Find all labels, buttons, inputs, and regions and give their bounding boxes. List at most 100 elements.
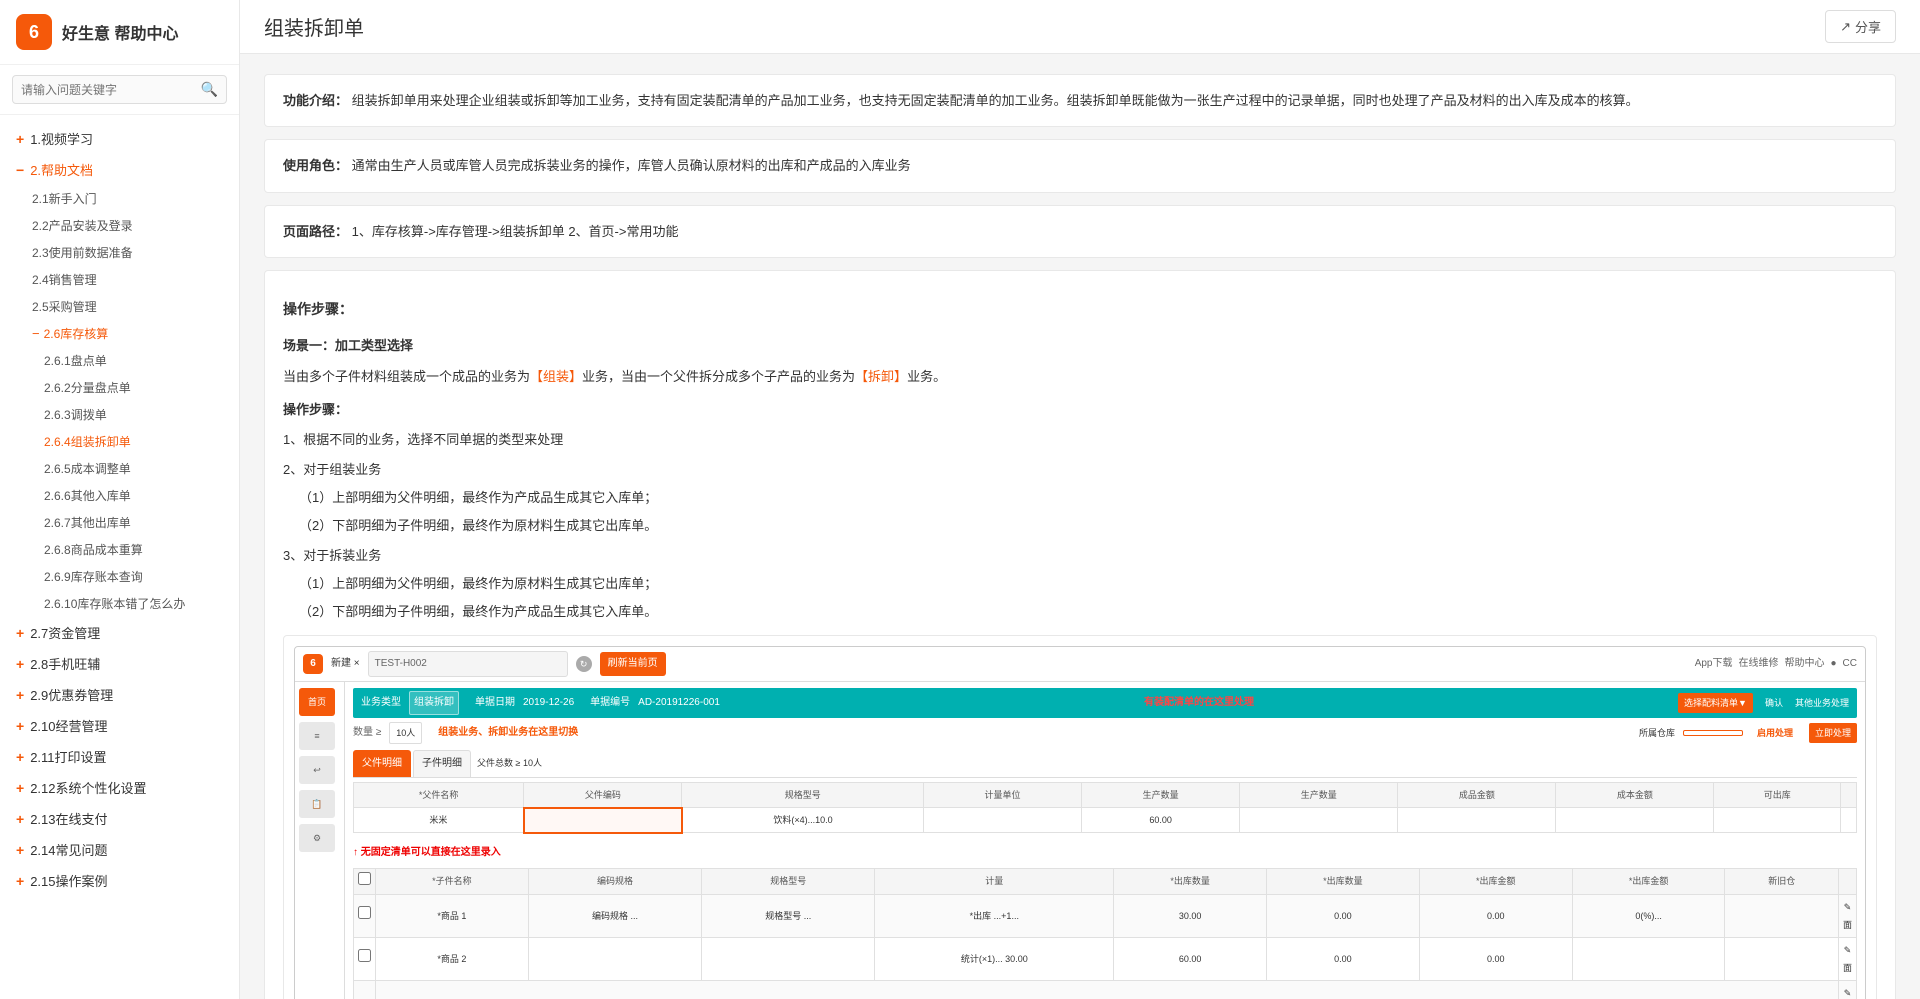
sidebar-item-coupon[interactable]: + 2.9优惠券管理 — [0, 679, 239, 710]
sim-annotation3: 组装业务、拆卸业务在这里切换 — [438, 723, 578, 743]
sidebar-item-system-settings[interactable]: + 2.12系统个性化设置 — [0, 772, 239, 803]
sidebar-item-finance[interactable]: + 2.7资金管理 — [0, 617, 239, 648]
expand-icon-cat213: + — [16, 811, 24, 827]
sim-browser-bar: 6 新建 × TEST-H002 ↻ 刷新当前页 App下载 在线维修 帮助中心… — [295, 647, 1865, 682]
table-row: ✎ 面 — [354, 980, 1857, 999]
sidebar-item-inventory[interactable]: − 2.6库存核算 — [0, 320, 239, 347]
expand-icon-cat215: + — [16, 873, 24, 889]
sim-row1-check[interactable] — [358, 906, 371, 919]
sim-ctd-spec1: 规格型号 ... — [702, 894, 875, 937]
sim-ctd-check2 — [354, 937, 376, 980]
table-row: *商品 2 统计(×1)... 30.00 60.00 0.00 0.00 — [354, 937, 1857, 980]
step2b-text: （2）下部明细为子件明细，最终作为原材料生成其它出库单。 — [283, 513, 1877, 539]
sim-cth-unit: 规格型号 — [702, 868, 875, 894]
sidebar-item-264[interactable]: 2.6.4组装拆卸单 — [0, 428, 239, 455]
sidebar-cat29-label: 2.9优惠券管理 — [30, 685, 113, 704]
sim-select-bom-btn[interactable]: 选择配料清单▼ — [1678, 693, 1753, 713]
sim-ctd-qty1: 30.00 — [1114, 894, 1267, 937]
sim-td-qty2 — [1240, 808, 1398, 833]
sim-td-code1[interactable] — [524, 808, 682, 833]
sidebar-item-2610[interactable]: 2.6.10库存账本错了怎么办 — [0, 590, 239, 617]
sidebar-item-269[interactable]: 2.6.9库存账本查询 — [0, 563, 239, 590]
sidebar-item-262[interactable]: 2.6.2分量盘点单 — [0, 374, 239, 401]
sidebar-item-266[interactable]: 2.6.6其他入库单 — [0, 482, 239, 509]
path-text: 1、库存核算->库存管理->组装拆卸单 2、首页->常用功能 — [352, 224, 679, 239]
sim-ctd-unit1: *出库 ...+1... — [875, 894, 1114, 937]
sim-td-amt1 — [1398, 808, 1556, 833]
sim-ctd-act1: ✎ 面 — [1839, 894, 1857, 937]
sidebar-item-265[interactable]: 2.6.5成本调整单 — [0, 455, 239, 482]
share-button[interactable]: ↗ 分享 — [1825, 10, 1896, 43]
logo-text: 好生意 帮助中心 — [62, 20, 178, 44]
sim-th-action — [1841, 782, 1857, 808]
sidebar-item-263[interactable]: 2.6.3调拨单 — [0, 401, 239, 428]
expand-icon-cat29: + — [16, 687, 24, 703]
sidebar-item-newbie[interactable]: 2.1新手入门 — [0, 185, 239, 212]
sidebar-item-mobile[interactable]: + 2.8手机旺辅 — [0, 648, 239, 679]
sim-th-name: *父件名称 — [354, 782, 524, 808]
sim-row2-check[interactable] — [358, 949, 371, 962]
top-bar: 组装拆卸单 ↗ 分享 — [240, 0, 1920, 54]
sidebar-item-261[interactable]: 2.6.1盘点单 — [0, 347, 239, 374]
share-icon: ↗ — [1840, 19, 1851, 35]
sim-top-icons: App下载 在线维修 帮助中心 ● CC — [1695, 654, 1857, 674]
sidebar-item-data-prep[interactable]: 2.3使用前数据准备 — [0, 239, 239, 266]
page-title: 组装拆卸单 — [264, 12, 364, 41]
sim-cth-act — [1839, 868, 1857, 894]
expand-icon-cat214: + — [16, 842, 24, 858]
sidebar-item-cases[interactable]: + 2.15操作案例 — [0, 865, 239, 896]
sim-nav-home[interactable]: 首页 — [299, 688, 335, 716]
expand-icon-cat211: + — [16, 749, 24, 765]
sim-tab-child[interactable]: 子件明细 — [413, 750, 471, 777]
sim-qty-input[interactable]: 10人 — [389, 722, 422, 744]
sim-select-all[interactable] — [358, 872, 371, 885]
sim-annotation4: 启用处理 — [1757, 724, 1793, 742]
step3-text: 3、对于拆装业务 — [283, 543, 1877, 569]
search-input[interactable] — [21, 83, 201, 97]
sim-th-amt1: 成品金额 — [1398, 782, 1556, 808]
sidebar-cat214-label: 2.14常见问题 — [30, 840, 107, 859]
sim-nav-icon4[interactable]: 📋 — [299, 790, 335, 818]
intro-text: 组装拆卸单用来处理企业组装或拆卸等加工业务，支持有固定装配清单的产品加工业务，也… — [352, 93, 1639, 108]
sim-warehouse-label: 所属仓库 — [1639, 724, 1675, 742]
search-icon[interactable]: 🔍 — [201, 81, 218, 98]
sidebar-item-268[interactable]: 2.6.8商品成本重算 — [0, 536, 239, 563]
sim-body: 首页 ≡ ↩ 📋 ⚙ 业务类型 组装拆卸 单据日 — [295, 682, 1865, 999]
sidebar-item-267[interactable]: 2.6.7其他出库单 — [0, 509, 239, 536]
sim-th-avail: 可出库 — [1714, 782, 1841, 808]
sim-cth-spec: 编码规格 — [528, 868, 701, 894]
sim-td-qty1: 60.00 — [1082, 808, 1240, 833]
table-row: 米米 饮料(×4)...10.0 60.00 — [354, 808, 1857, 833]
sidebar-item-sales[interactable]: 2.4销售管理 — [0, 266, 239, 293]
sidebar-item-online-pay[interactable]: + 2.13在线支付 — [0, 803, 239, 834]
sim-th-qty2: 生产数量 — [1240, 782, 1398, 808]
steps-block: 操作步骤： 场景一：加工类型选择 当由多个子件材料组装成一个成品的业务为【组装】… — [264, 270, 1896, 999]
sidebar-item-print[interactable]: + 2.11打印设置 — [0, 741, 239, 772]
step2-text: 2、对于组装业务 — [283, 457, 1877, 483]
sidebar-item-ops[interactable]: + 2.10经营管理 — [0, 710, 239, 741]
sim-tab-parent[interactable]: 父件明细 — [353, 750, 411, 777]
sidebar-item-faq[interactable]: + 2.14常见问题 — [0, 834, 239, 865]
sim-nav-icon5[interactable]: ⚙ — [299, 824, 335, 852]
sidebar-cat1-label: 1.视频学习 — [30, 129, 93, 148]
sim-ctd-code1: 编码规格 ... — [528, 894, 701, 937]
expand-icon-cat212: + — [16, 780, 24, 796]
sim-ctd-spec2 — [702, 937, 875, 980]
sidebar-item-purchase[interactable]: 2.5采购管理 — [0, 293, 239, 320]
sim-nav-icon3[interactable]: ↩ — [299, 756, 335, 784]
sim-confirm-btn[interactable]: 立即处理 — [1809, 723, 1857, 743]
sim-form-area: 业务类型 组装拆卸 单据日期 2019-12-26 单据编号 AD-201912… — [345, 682, 1865, 999]
collapse-icon-cat2: − — [16, 162, 24, 178]
sidebar-item-install[interactable]: 2.2产品安装及登录 — [0, 212, 239, 239]
sim-ctd-act2: ✎ 面 — [1839, 937, 1857, 980]
sidebar-item-video-learning[interactable]: + 1.视频学习 — [0, 123, 239, 154]
sim-td-spec1: 饮料(×4)...10.0 — [682, 808, 924, 833]
annotation5-container: ↑ 无固定清单可以直接在这里录入 — [353, 838, 1857, 864]
role-label: 使用角色： — [283, 158, 348, 173]
share-label: 分享 — [1855, 17, 1881, 36]
logo-icon-text: 6 — [29, 22, 39, 43]
sim-nav-icon2[interactable]: ≡ — [299, 722, 335, 750]
sim-refresh-btn[interactable]: 刷新当前页 — [600, 652, 666, 676]
sidebar-item-help-docs[interactable]: − 2.帮助文档 — [0, 154, 239, 185]
sim-warehouse-input[interactable] — [1683, 730, 1743, 736]
